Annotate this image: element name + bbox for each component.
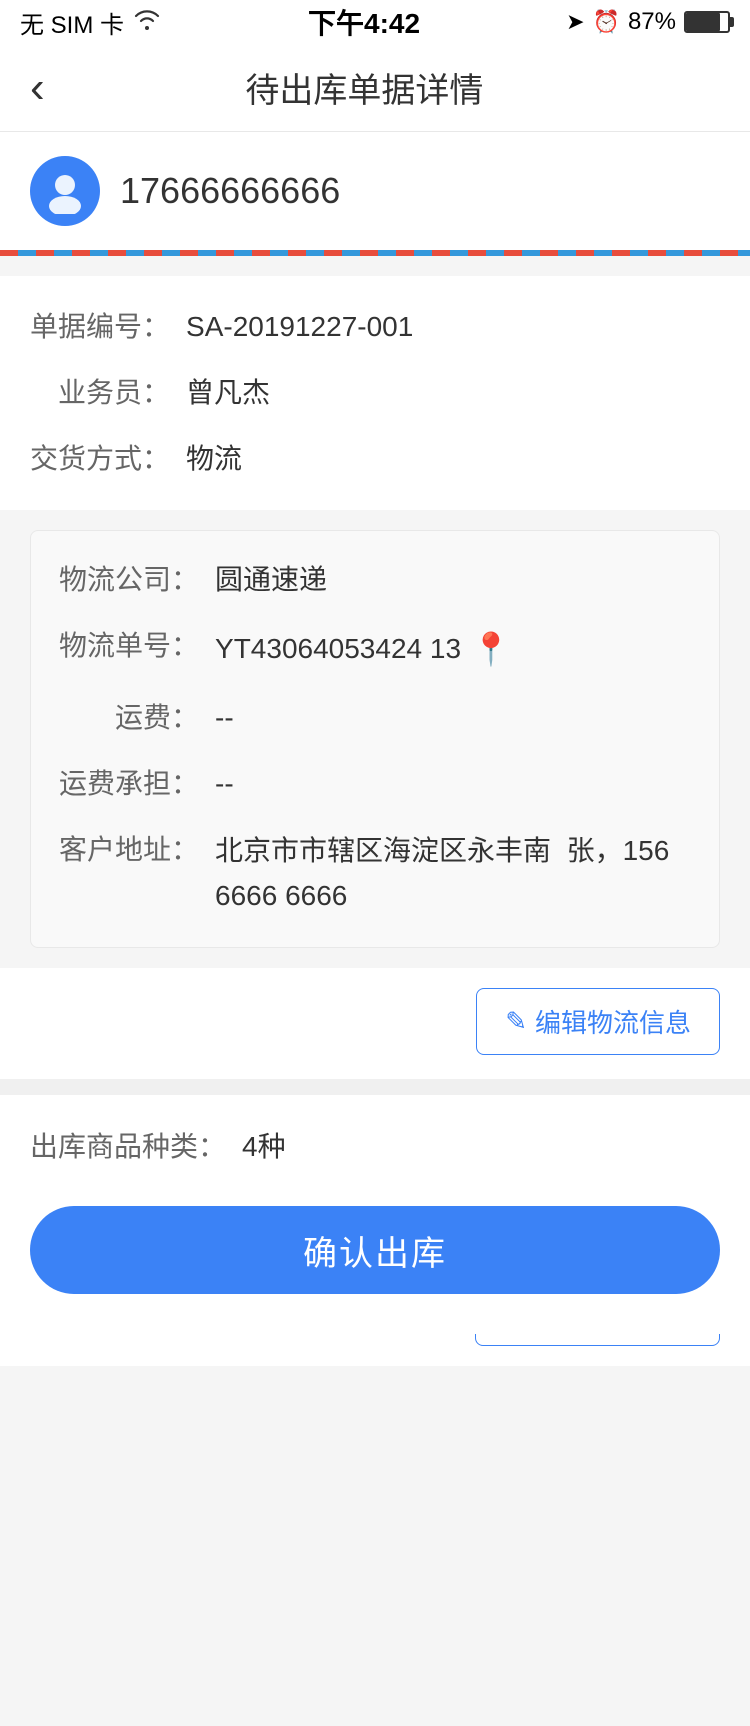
- salesperson-label: 业务员：: [30, 372, 170, 414]
- delivery-row: 交货方式： 物流: [30, 438, 720, 480]
- bottom-space: [0, 1366, 750, 1566]
- salesperson-value: 曾凡杰: [186, 372, 720, 414]
- logistics-tracking-value: YT43064053424 13 📍: [215, 625, 691, 673]
- user-avatar: [30, 156, 100, 226]
- address-value: 北京市市辖区海淀区永丰南 张，156 6666 6666: [215, 829, 691, 919]
- battery-icon: [684, 11, 730, 33]
- status-time: 下午4:42: [308, 2, 420, 42]
- order-no-row: 单据编号： SA-20191227-001: [30, 306, 720, 348]
- confirm-wrapper: 确认出库: [0, 1186, 750, 1334]
- goods-type-label: 出库商品种类：: [30, 1125, 226, 1165]
- battery-text: 87%: [628, 8, 676, 36]
- dashed-separator: [0, 250, 750, 256]
- logistics-card: 物流公司： 圆通速递 物流单号： YT43064053424 13 📍 运费： …: [30, 530, 720, 948]
- user-header: 17666666666: [0, 132, 750, 250]
- salesperson-row: 业务员： 曾凡杰: [30, 372, 720, 414]
- address-row: 客户地址： 北京市市辖区海淀区永丰南 张，156 6666 6666: [59, 829, 691, 919]
- wifi-icon: [132, 8, 162, 37]
- status-bar: 无 SIM 卡 下午4:42 ➤ ⏰ 87%: [0, 0, 750, 44]
- freight-label: 运费：: [59, 697, 199, 739]
- status-left: 无 SIM 卡: [20, 5, 162, 40]
- confirm-button[interactable]: 确认出库: [30, 1206, 720, 1294]
- edit-logistics-label: 编辑物流信息: [535, 1003, 691, 1040]
- back-button[interactable]: ‹: [30, 63, 45, 113]
- freight-value: --: [215, 697, 691, 739]
- order-no-value: SA-20191227-001: [186, 306, 720, 348]
- user-phone: 17666666666: [120, 170, 340, 212]
- carrier-text: 无 SIM 卡: [20, 5, 124, 40]
- status-right: ➤ ⏰ 87%: [566, 8, 730, 36]
- freight-bearer-row: 运费承担： --: [59, 763, 691, 805]
- location-pin-icon[interactable]: 📍: [471, 625, 511, 673]
- page-title: 待出库单据详情: [65, 63, 664, 112]
- delivery-value: 物流: [186, 438, 720, 480]
- freight-bearer-value: --: [215, 763, 691, 805]
- freight-row: 运费： --: [59, 697, 691, 739]
- edit-icon: ✎: [505, 1006, 527, 1037]
- logistics-company-value: 圆通速递: [215, 559, 691, 601]
- location-icon: ➤: [566, 9, 584, 35]
- nav-bar: ‹ 待出库单据详情: [0, 44, 750, 132]
- goods-type-row: 出库商品种类： 4种: [30, 1125, 720, 1165]
- order-no-label: 单据编号：: [30, 306, 170, 348]
- order-info-section: 单据编号： SA-20191227-001 业务员： 曾凡杰 交货方式： 物流: [0, 276, 750, 510]
- delivery-label: 交货方式：: [30, 438, 170, 480]
- edit-logistics-wrapper: ✎ 编辑物流信息: [0, 968, 750, 1079]
- goods-type-value: 4种: [242, 1125, 720, 1165]
- logistics-tracking-row: 物流单号： YT43064053424 13 📍: [59, 625, 691, 673]
- freight-bearer-label: 运费承担：: [59, 763, 199, 805]
- edit-logistics-button[interactable]: ✎ 编辑物流信息: [476, 988, 720, 1055]
- alarm-icon: ⏰: [593, 9, 620, 35]
- address-label: 客户地址：: [59, 829, 199, 871]
- logistics-company-row: 物流公司： 圆通速递: [59, 559, 691, 601]
- logistics-company-label: 物流公司：: [59, 559, 199, 601]
- logistics-tracking-label: 物流单号：: [59, 625, 199, 667]
- section-separator: [0, 1079, 750, 1095]
